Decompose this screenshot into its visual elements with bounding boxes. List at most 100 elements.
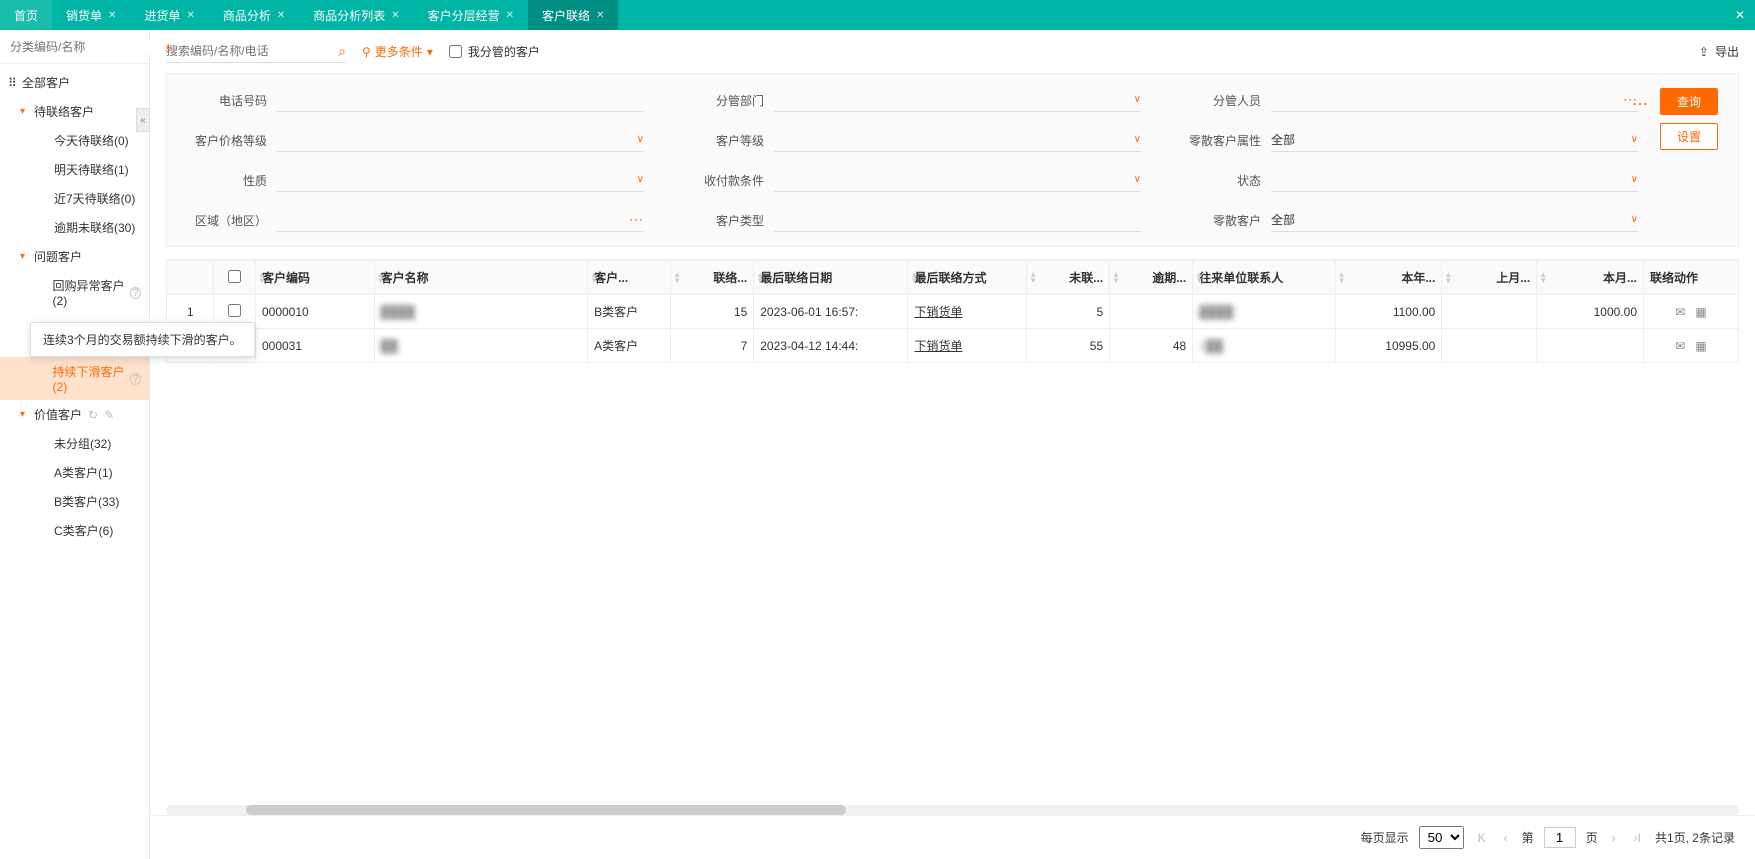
- tab-product-analysis[interactable]: 商品分析✕: [209, 0, 299, 30]
- close-icon[interactable]: ✕: [277, 10, 285, 21]
- qr-icon[interactable]: ▦: [1695, 305, 1706, 319]
- sort-icon: ▲▼: [1029, 272, 1037, 284]
- search-icon[interactable]: ⌕: [165, 38, 173, 55]
- header-label: 逾期...: [1152, 271, 1186, 285]
- select-all-checkbox[interactable]: [228, 270, 241, 283]
- filter-item: 零散客户属性全部∨: [1181, 128, 1638, 152]
- close-icon[interactable]: ✕: [391, 10, 399, 21]
- sidebar-item[interactable]: ▾C类客户(6): [0, 516, 149, 545]
- tab-customer-contact[interactable]: 客户联络✕: [528, 0, 618, 30]
- close-icon[interactable]: ✕: [186, 10, 194, 21]
- sidebar-item[interactable]: ▾持续下滑客户(2)?: [0, 357, 149, 400]
- sidebar-item[interactable]: ▾近7天待联络(0): [0, 184, 149, 213]
- per-page-select[interactable]: 50: [1419, 826, 1464, 849]
- tree-action-icon[interactable]: ✎: [104, 408, 114, 422]
- cell-overdue: 48: [1110, 329, 1193, 363]
- last-page[interactable]: ›I: [1630, 831, 1645, 845]
- column-header[interactable]: ▲▼客户编码: [255, 261, 374, 295]
- tab-product-analysis-list[interactable]: 商品分析列表✕: [299, 0, 413, 30]
- filter-input[interactable]: ∨: [774, 128, 1141, 152]
- next-page[interactable]: ›: [1608, 831, 1620, 845]
- column-header[interactable]: ▲▼上月...: [1442, 261, 1537, 295]
- close-icon[interactable]: ✕: [596, 10, 604, 21]
- link[interactable]: 下销货单: [914, 339, 962, 353]
- query-button[interactable]: 查询: [1660, 88, 1718, 115]
- filter-input[interactable]: ∨: [277, 128, 644, 152]
- chat-icon[interactable]: ✉: [1675, 339, 1685, 353]
- filter-input[interactable]: ∨: [774, 88, 1141, 112]
- filter-input[interactable]: 全部∨: [1271, 128, 1638, 152]
- my-customers-checkbox[interactable]: 我分管的客户: [449, 43, 540, 60]
- column-header[interactable]: ▲▼逾期...: [1110, 261, 1193, 295]
- column-header[interactable]: ▲▼本月...: [1537, 261, 1644, 295]
- sidebar-item[interactable]: ▾B类客户(33): [0, 487, 149, 516]
- checkbox[interactable]: [449, 45, 462, 58]
- tab-sales[interactable]: 销货单✕: [52, 0, 130, 30]
- sidebar-collapse[interactable]: «: [136, 108, 150, 132]
- tree-action-icon[interactable]: ↻: [88, 408, 98, 422]
- column-header[interactable]: [214, 261, 256, 295]
- help-icon[interactable]: ?: [130, 287, 141, 299]
- cell-last-way: 下销货单: [908, 329, 1027, 363]
- row-checkbox[interactable]: [228, 304, 241, 317]
- column-header[interactable]: 联络动作: [1644, 261, 1739, 295]
- filter-input[interactable]: ⋯: [1271, 88, 1638, 112]
- sidebar-item[interactable]: ▾A类客户(1): [0, 458, 149, 487]
- column-header[interactable]: [167, 261, 214, 295]
- search-icon[interactable]: ⌕: [338, 43, 346, 60]
- more-dots-icon[interactable]: ⋯: [1632, 94, 1648, 114]
- sidebar-item[interactable]: ▾今天待联络(0): [0, 126, 149, 155]
- column-header[interactable]: ▲▼往来单位联系人: [1193, 261, 1335, 295]
- tabbar-close-all[interactable]: ✕: [1725, 0, 1755, 30]
- column-header[interactable]: ▲▼客户名称: [374, 261, 588, 295]
- sidebar-item[interactable]: ▾明天待联络(1): [0, 155, 149, 184]
- prev-page[interactable]: ‹: [1500, 831, 1512, 845]
- first-page[interactable]: K: [1474, 831, 1490, 845]
- filter-input[interactable]: [774, 208, 1141, 232]
- horizontal-scrollbar[interactable]: [166, 805, 1739, 815]
- filter-input[interactable]: ∨: [1271, 168, 1638, 192]
- tree-label: 逾期未联络(30): [54, 219, 135, 236]
- page-input[interactable]: [1544, 827, 1576, 848]
- sidebar-item[interactable]: ▾待联络客户: [0, 97, 149, 126]
- chat-icon[interactable]: ✉: [1675, 305, 1685, 319]
- filter-input[interactable]: ∨: [774, 168, 1141, 192]
- filter-input[interactable]: [277, 88, 644, 112]
- filter-input[interactable]: ∨: [277, 168, 644, 192]
- tab-purchase[interactable]: 进货单✕: [130, 0, 208, 30]
- sidebar-item[interactable]: ▾问题客户: [0, 242, 149, 271]
- column-header[interactable]: ▲▼最后联络方式: [908, 261, 1027, 295]
- settings-button[interactable]: 设置: [1660, 123, 1718, 150]
- link[interactable]: 下销货单: [914, 305, 962, 319]
- qr-icon[interactable]: ▦: [1695, 339, 1706, 353]
- column-header[interactable]: ▲▼未联...: [1027, 261, 1110, 295]
- help-icon[interactable]: ?: [130, 373, 141, 385]
- sidebar-item[interactable]: ▾回购异常客户(2)?: [0, 271, 149, 314]
- scrollbar-thumb[interactable]: [246, 805, 846, 815]
- tree-label: 明天待联络(1): [54, 161, 129, 178]
- search-input[interactable]: [166, 40, 338, 62]
- close-icon[interactable]: ✕: [506, 10, 514, 21]
- sidebar-search: ⌕: [0, 30, 149, 64]
- filter-input[interactable]: 全部∨: [1271, 208, 1638, 232]
- tab-customer-tier[interactable]: 客户分层经营✕: [414, 0, 528, 30]
- filter-item: 区域（地区）⋯: [187, 208, 644, 232]
- column-header[interactable]: ▲▼最后联络日期: [754, 261, 908, 295]
- sidebar-item[interactable]: ▾未分组(32): [0, 429, 149, 458]
- table-row[interactable]: 10000010████B类客户152023-06-01 16:57:下销货单5…: [167, 295, 1739, 329]
- column-header[interactable]: ▲▼客户...: [588, 261, 671, 295]
- close-icon[interactable]: ✕: [108, 10, 116, 21]
- column-header[interactable]: ▲▼联络...: [671, 261, 754, 295]
- sidebar-item[interactable]: ⠿全部客户: [0, 68, 149, 97]
- table-row[interactable]: 2000031██A类客户72023-04-12 14:44:下销货单55481…: [167, 329, 1739, 363]
- sidebar-item[interactable]: ▾价值客户↻✎: [0, 400, 149, 429]
- column-header[interactable]: ▲▼本年...: [1335, 261, 1442, 295]
- export-button[interactable]: ⇪ 导出: [1699, 43, 1739, 60]
- grid-icon: ⠿: [8, 76, 18, 90]
- sidebar-search-input[interactable]: [10, 40, 165, 54]
- chevron-down-icon: ∨: [637, 174, 644, 185]
- more-conditions[interactable]: ⚲ 更多条件 ▾: [362, 43, 433, 60]
- sidebar-item[interactable]: ▾逾期未联络(30): [0, 213, 149, 242]
- tab-home[interactable]: 首页: [0, 0, 52, 30]
- filter-input[interactable]: ⋯: [277, 208, 644, 232]
